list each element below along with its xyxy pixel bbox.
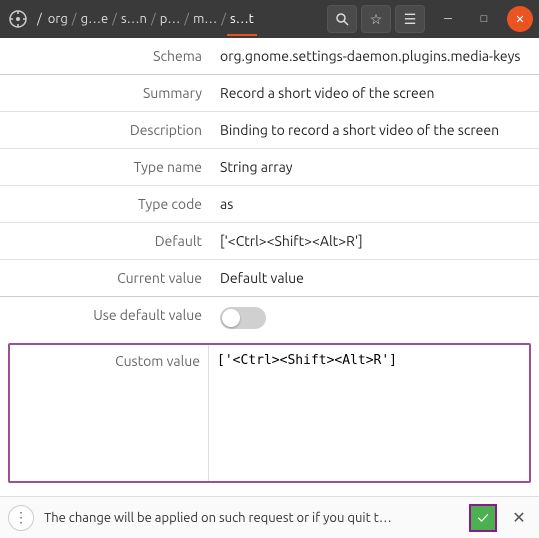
crumb-org[interactable]: org [45, 12, 71, 26]
crumb-sep: / [71, 12, 78, 26]
description-value: Binding to record a short video of the s… [210, 112, 539, 148]
check-icon: ✓ [477, 509, 488, 527]
typename-label: Type name [0, 149, 210, 185]
row-summary: Summary Record a short video of the scre… [0, 74, 539, 111]
star-icon: ☆ [370, 11, 383, 28]
row-default: Default ['<Ctrl><Shift><Alt>R'] [0, 222, 539, 259]
typecode-label: Type code [0, 186, 210, 222]
crumb-sep: / [220, 12, 227, 26]
typename-value: String array [210, 149, 539, 185]
default-value: ['<Ctrl><Shift><Alt>R'] [210, 223, 539, 259]
search-button[interactable] [327, 5, 357, 33]
row-typecode: Type code as [0, 185, 539, 222]
apply-button[interactable]: ✓ [469, 504, 497, 532]
dismiss-button[interactable]: ✕ [507, 506, 531, 530]
minimize-button[interactable]: ─ [435, 6, 461, 32]
default-label: Default [0, 223, 210, 259]
typecode-value: as [210, 186, 539, 222]
crumb-sep: / [183, 12, 190, 26]
crumb-plugins[interactable]: p… [157, 12, 184, 26]
status-bar: ⋮ The change will be applied on such req… [0, 496, 539, 538]
schema-label: Schema [0, 38, 210, 74]
crumb-settings[interactable]: s…n [118, 12, 150, 26]
title-bar: / org / g…e / s…n / p… / m… / s…t ☆ ☰ ─ … [0, 0, 539, 38]
info-button[interactable]: ⋮ [8, 505, 34, 531]
close-icon: ✕ [515, 13, 524, 26]
usedefault-value [210, 297, 539, 339]
schema-value: org.gnome.settings-daemon.plugins.media-… [210, 38, 539, 74]
app-icon [6, 7, 30, 31]
custom-label: Custom value [10, 345, 208, 481]
custom-value-input[interactable] [208, 345, 529, 481]
crumb-media[interactable]: m… [190, 12, 220, 26]
content-area: Schema org.gnome.settings-daemon.plugins… [0, 38, 539, 496]
close-icon: ✕ [512, 508, 525, 527]
crumb-sep: / [150, 12, 157, 26]
row-typename: Type name String array [0, 148, 539, 185]
current-label: Current value [0, 260, 210, 296]
row-description: Description Binding to record a short vi… [0, 111, 539, 148]
current-value: Default value [210, 260, 539, 296]
summary-value: Record a short video of the screen [210, 75, 539, 111]
crumb-sep: / [111, 12, 118, 26]
dots-icon: ⋮ [14, 509, 28, 526]
crumb-current[interactable]: s…t [227, 2, 257, 36]
row-current: Current value Default value [0, 259, 539, 296]
maximize-icon: □ [481, 13, 488, 25]
usedefault-toggle[interactable] [220, 307, 266, 329]
minimize-icon: ─ [444, 13, 452, 25]
row-custom: Custom value [8, 343, 531, 483]
bookmark-button[interactable]: ☆ [361, 5, 391, 33]
description-label: Description [0, 112, 210, 148]
status-message: The change will be applied on such reque… [44, 511, 459, 525]
menu-button[interactable]: ☰ [395, 5, 425, 33]
search-icon [335, 12, 349, 26]
row-schema: Schema org.gnome.settings-daemon.plugins… [0, 38, 539, 74]
crumb-root[interactable]: / [34, 12, 45, 26]
summary-label: Summary [0, 75, 210, 111]
hamburger-icon: ☰ [404, 11, 417, 28]
breadcrumb: / org / g…e / s…n / p… / m… / s…t [34, 2, 323, 36]
usedefault-label: Use default value [0, 297, 210, 339]
close-button[interactable]: ✕ [507, 6, 533, 32]
crumb-gnome[interactable]: g…e [78, 12, 112, 26]
row-usedefault: Use default value [0, 296, 539, 339]
maximize-button[interactable]: □ [471, 6, 497, 32]
